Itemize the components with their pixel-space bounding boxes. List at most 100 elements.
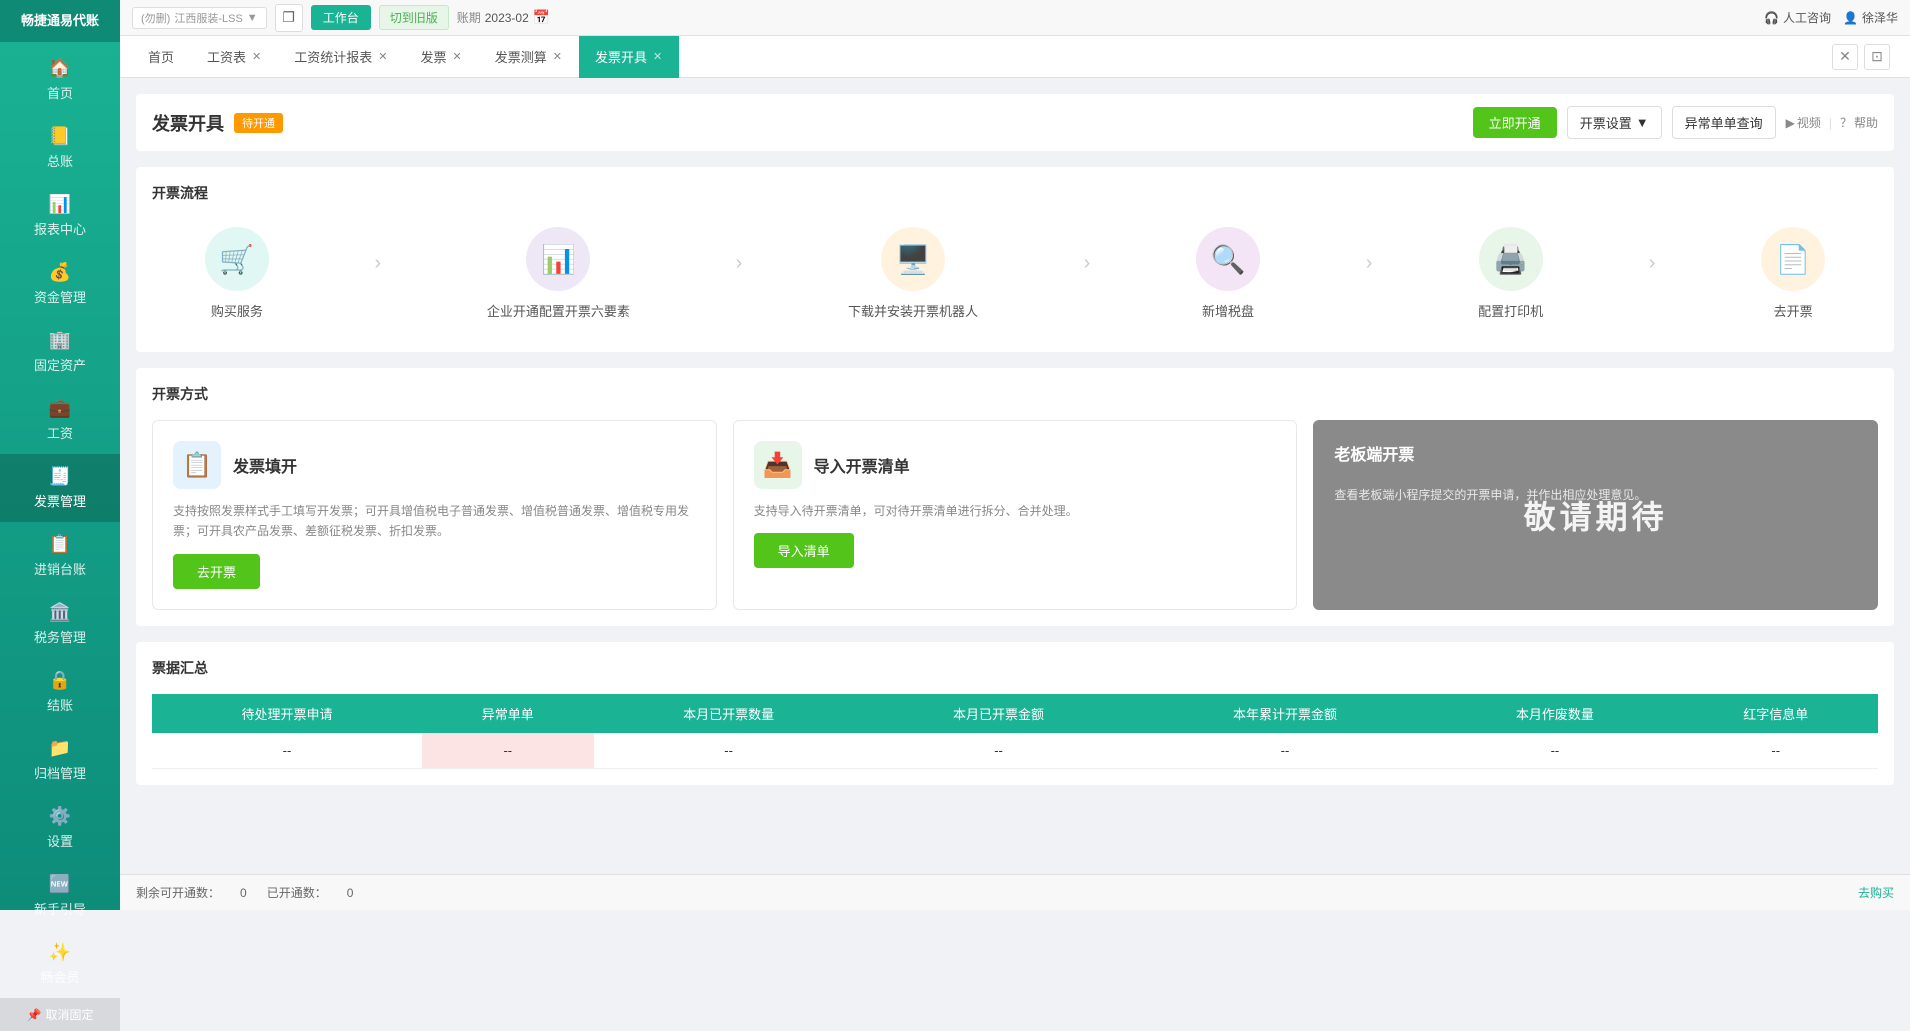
- download-robot-icon: 🖥️: [881, 227, 945, 291]
- open-settings-button[interactable]: 开票设置 ▼: [1567, 106, 1662, 139]
- pin-bar[interactable]: 📌 取消固定: [0, 998, 120, 1031]
- immediate-open-button[interactable]: 立即开通: [1473, 107, 1557, 138]
- tab-salary-report-label: 工资统计报表: [294, 47, 372, 66]
- settings-dropdown-icon: ▼: [1636, 115, 1649, 130]
- flow-step-config-printer[interactable]: 🖨️ 配置打印机: [1478, 227, 1543, 320]
- manual-fill-go-button[interactable]: 去开票: [173, 554, 260, 589]
- sidebar-item-new-guide-label: 新手引导: [34, 899, 86, 918]
- sidebar-item-home[interactable]: 🏠 首页: [0, 46, 120, 114]
- import-list-go-button[interactable]: 导入清单: [754, 533, 854, 568]
- abnormal-query-button[interactable]: 异常单单查询: [1672, 106, 1776, 139]
- sidebar-item-purchase-sales-label: 进销台账: [34, 559, 86, 578]
- tab-salary-close[interactable]: ✕: [252, 50, 261, 63]
- tab-invoice-close[interactable]: ✕: [453, 50, 462, 63]
- sidebar-item-member[interactable]: ✨ 畅会员: [0, 930, 120, 998]
- tab-salary-report-close[interactable]: ✕: [378, 50, 387, 63]
- topbar: (勿删) 江西服装-LSS ▼ ❐ 工作台 切到旧版 账期 2023-02 📅 …: [120, 0, 1910, 36]
- tab-invoice-calc-close[interactable]: ✕: [553, 50, 562, 63]
- config-printer-icon: 🖨️: [1479, 227, 1543, 291]
- arrow-3: ›: [1084, 252, 1091, 275]
- sidebar-item-tax[interactable]: 🏛️ 税务管理: [0, 590, 120, 658]
- play-icon: ▶: [1786, 116, 1795, 130]
- user-item[interactable]: 👤 徐泽华: [1843, 9, 1898, 26]
- sidebar-item-closing[interactable]: 🔒 结账: [0, 658, 120, 726]
- sidebar-item-funds[interactable]: 💰 资金管理: [0, 250, 120, 318]
- flow-step-enterprise-setup[interactable]: 📊 企业开通配置开票六要素: [487, 227, 630, 320]
- sidebar-item-general-ledger[interactable]: 📒 总账: [0, 114, 120, 182]
- sidebar-item-tax-label: 税务管理: [34, 627, 86, 646]
- summary-cell-void-count: --: [1436, 733, 1673, 769]
- flow-step-download-robot[interactable]: 🖥️ 下载并安装开票机器人: [848, 227, 978, 320]
- method-card-old-platform: 老板端开票 查看老板端小程序提交的开票申请，并作出相应处理意见。 敬请期待: [1313, 420, 1878, 610]
- sidebar-item-new-guide[interactable]: 🆕 新手引导: [0, 862, 120, 930]
- sidebar-item-invoice[interactable]: 🧾 发票管理: [0, 454, 120, 522]
- summary-col-month-count: 本月已开票数量: [594, 694, 864, 733]
- buy-link[interactable]: 去购买: [1858, 884, 1894, 901]
- company-select[interactable]: (勿删) 江西服装-LSS ▼: [132, 7, 267, 29]
- method-card-manual-fill: 📋 发票填开 支持按照发票样式手工填写开发票；可开具增值税电子普通发票、增值税普…: [152, 420, 717, 610]
- enterprise-setup-icon: 📊: [526, 227, 590, 291]
- sidebar-item-closing-label: 结账: [47, 695, 73, 714]
- issue-invoice-label: 去开票: [1774, 301, 1813, 320]
- flow-step-issue-invoice[interactable]: 📄 去开票: [1761, 227, 1825, 320]
- view-help-item[interactable]: ▶ 视频: [1786, 114, 1821, 131]
- archive-icon: 📁: [49, 738, 71, 759]
- manual-fill-card-desc: 支持按照发票样式手工填写开发票；可开具增值税电子普通发票、增值税普通发票、增值税…: [173, 501, 696, 542]
- summary-col-month-amount: 本月已开票金额: [864, 694, 1134, 733]
- methods-section-title: 开票方式: [152, 384, 1878, 404]
- flow-step-add-tax-disk[interactable]: 🔍 新增税盘: [1196, 227, 1260, 320]
- sidebar-item-settings-label: 设置: [47, 831, 73, 850]
- calendar-icon[interactable]: 📅: [533, 9, 550, 26]
- sidebar-item-reports[interactable]: 📊 报表中心: [0, 182, 120, 250]
- closing-icon: 🔒: [49, 670, 71, 691]
- coming-soon-text: 敬请期待: [1524, 492, 1668, 538]
- sidebar-item-purchase-sales[interactable]: 📋 进销台账: [0, 522, 120, 590]
- issue-invoice-icon: 📄: [1761, 227, 1825, 291]
- import-list-card-desc: 支持导入待开票清单，可对待开票清单进行拆分、合并处理。: [754, 501, 1277, 521]
- support-item[interactable]: 🎧 人工咨询: [1764, 9, 1831, 26]
- ledger-icon: 📒: [49, 126, 71, 147]
- tab-invoice-open[interactable]: 发票开具 ✕: [579, 36, 679, 78]
- arrow-1: ›: [375, 252, 382, 275]
- methods-grid: 📋 发票填开 支持按照发票样式手工填写开发票；可开具增值税电子普通发票、增值税普…: [152, 420, 1878, 610]
- tab-salary-report[interactable]: 工资统计报表 ✕: [278, 36, 404, 78]
- user-avatar-icon: 👤: [1843, 11, 1858, 25]
- sidebar-item-archive-label: 归档管理: [34, 763, 86, 782]
- add-tax-disk-icon: 🔍: [1196, 227, 1260, 291]
- flow-step-buy-service[interactable]: 🛒 购买服务: [205, 227, 269, 320]
- tab-invoice-calc-label: 发票测算: [495, 47, 547, 66]
- old-version-button[interactable]: 切到旧版: [379, 5, 449, 30]
- sidebar-item-settings[interactable]: ⚙️ 设置: [0, 794, 120, 862]
- workstation-button[interactable]: 工作台: [311, 5, 371, 30]
- restore-tab-icon[interactable]: ⊡: [1864, 44, 1890, 70]
- copy-icon: ❐: [282, 9, 295, 26]
- method-card-import-list: 📥 导入开票清单 支持导入待开票清单，可对待开票清单进行拆分、合并处理。 导入清…: [733, 420, 1298, 610]
- tab-invoice-calc[interactable]: 发票测算 ✕: [479, 36, 579, 78]
- import-list-card-title: 导入开票清单: [814, 453, 910, 477]
- tab-invoice[interactable]: 发票 ✕: [404, 36, 478, 78]
- help-item[interactable]: ？ 帮助: [1840, 114, 1878, 131]
- member-icon: ✨: [49, 942, 71, 963]
- tab-home[interactable]: 首页: [132, 36, 191, 78]
- invoice-icon: 🧾: [49, 466, 71, 487]
- sidebar-item-salary[interactable]: 💼 工资: [0, 386, 120, 454]
- reports-icon: 📊: [49, 194, 71, 215]
- manual-fill-card-title: 发票填开: [233, 453, 297, 477]
- tab-salary[interactable]: 工资表 ✕: [191, 36, 278, 78]
- period-area: 账期 2023-02 📅: [457, 9, 551, 26]
- tab-home-label: 首页: [148, 47, 174, 66]
- summary-col-pending: 待处理开票申请: [152, 694, 422, 733]
- copy-button[interactable]: ❐: [275, 4, 303, 32]
- close-tab-icon[interactable]: ✕: [1832, 44, 1858, 70]
- download-robot-label: 下载并安装开票机器人: [848, 301, 978, 320]
- tab-invoice-open-close[interactable]: ✕: [653, 50, 662, 63]
- summary-section-title: 票据汇总: [152, 658, 1878, 678]
- sidebar-item-fixed-assets[interactable]: 🏢 固定资产: [0, 318, 120, 386]
- tab-invoice-open-label: 发票开具: [595, 47, 647, 66]
- bottom-bar: 剩余可开通数： 0 已开通数： 0 去购买: [120, 874, 1910, 910]
- add-tax-disk-label: 新增税盘: [1202, 301, 1254, 320]
- tab-invoice-label: 发票: [420, 47, 446, 66]
- page-title: 发票开具: [152, 110, 224, 136]
- help-label: 帮助: [1854, 114, 1878, 131]
- sidebar-item-archive[interactable]: 📁 归档管理: [0, 726, 120, 794]
